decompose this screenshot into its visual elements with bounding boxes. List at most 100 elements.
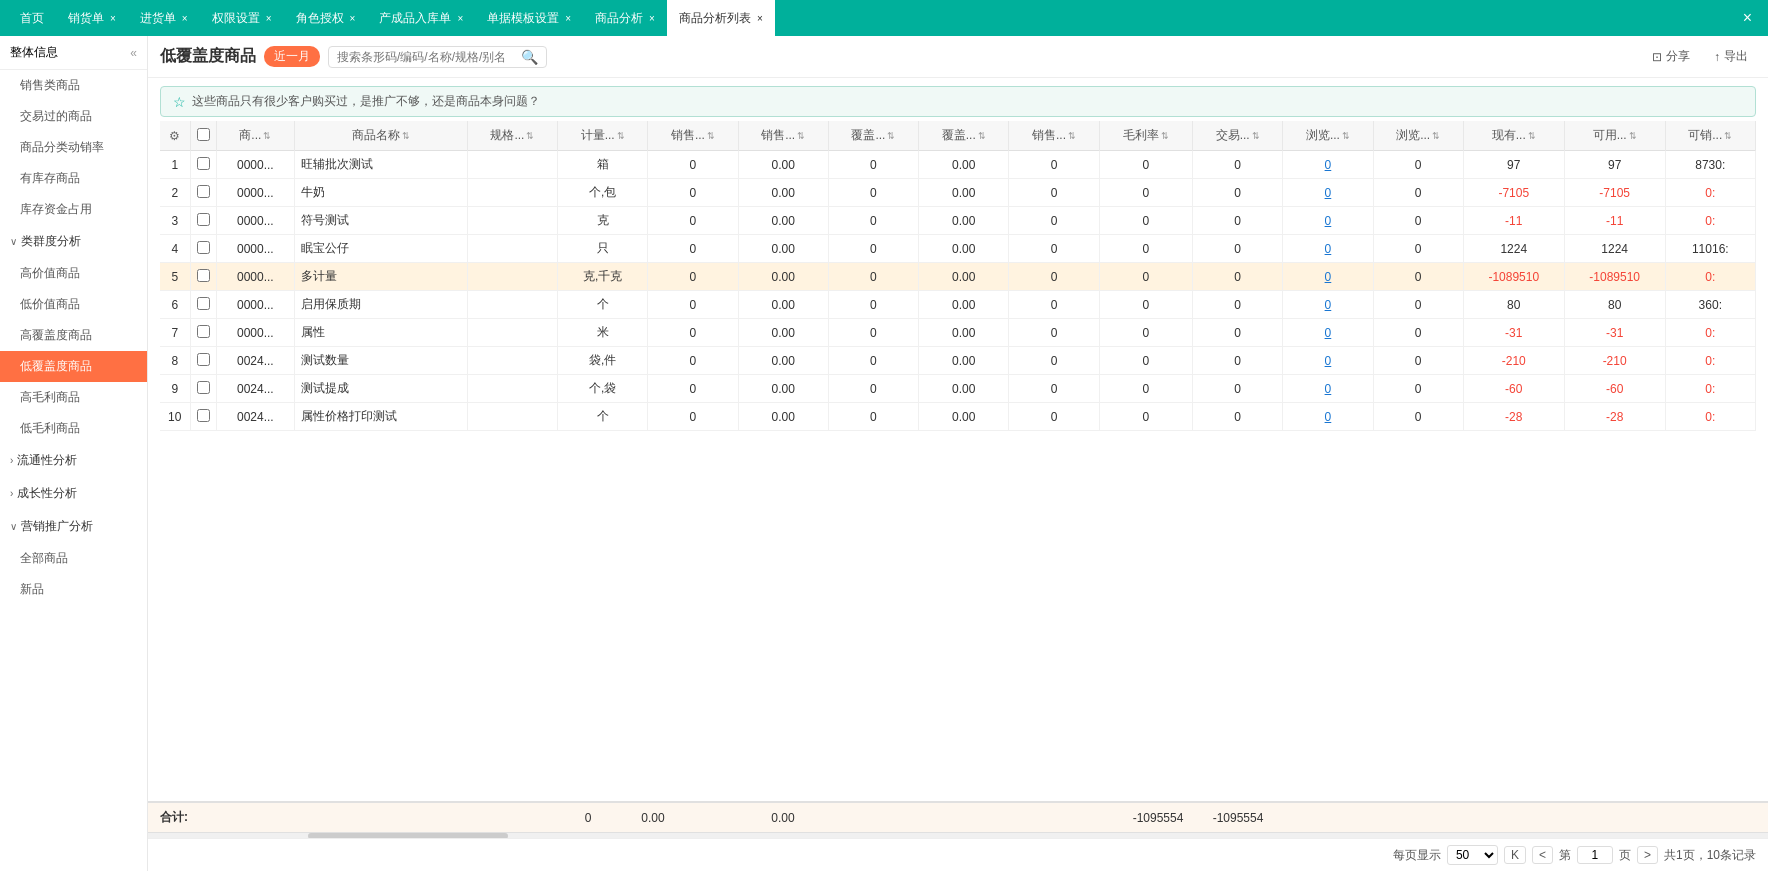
gear-icon[interactable]: ⚙: [169, 129, 180, 143]
row-checkbox[interactable]: [197, 213, 210, 226]
total-label: 合计:: [160, 809, 188, 826]
sort-avail-icon[interactable]: ⇅: [1629, 131, 1637, 141]
sidebar-item-high-coverage[interactable]: 高覆盖度商品: [0, 320, 147, 351]
sort-cov2-icon[interactable]: ⇅: [978, 131, 986, 141]
sidebar-section-growth[interactable]: › 成长性分析: [0, 477, 147, 510]
share-button[interactable]: ⊡ 分享: [1644, 44, 1698, 69]
row-checkbox[interactable]: [197, 241, 210, 254]
next-page-button[interactable]: >: [1637, 846, 1658, 864]
sort-current-icon[interactable]: ⇅: [1528, 131, 1536, 141]
cell-view1[interactable]: 0: [1283, 235, 1373, 263]
sidebar-item-low-coverage[interactable]: 低覆盖度商品: [0, 351, 147, 382]
sort-unit-icon[interactable]: ⇅: [617, 131, 625, 141]
cell-view2: 0: [1373, 403, 1463, 431]
row-checkbox[interactable]: [197, 157, 210, 170]
nav-goods-analysis[interactable]: 商品分析 ×: [583, 0, 667, 36]
nav-purchase[interactable]: 进货单 ×: [128, 0, 200, 36]
sidebar-collapse-button[interactable]: «: [130, 46, 137, 60]
cell-code: 0000...: [216, 151, 295, 179]
cell-gross-margin: 0: [1099, 375, 1192, 403]
cell-view1[interactable]: 0: [1283, 347, 1373, 375]
search-input[interactable]: [337, 50, 517, 64]
nav-product-warehouse[interactable]: 产成品入库单 ×: [367, 0, 475, 36]
first-page-button[interactable]: K: [1504, 846, 1526, 864]
sidebar-item-high-margin[interactable]: 高毛利商品: [0, 382, 147, 413]
close-warehouse-icon[interactable]: ×: [457, 13, 463, 24]
row-checkbox[interactable]: [197, 185, 210, 198]
total-cells: 0 0.00 0.00 -1095554 -1095554: [204, 811, 1756, 825]
sidebar-section-cluster-analysis[interactable]: ∨ 类群度分析: [0, 225, 147, 258]
sort-view2-icon[interactable]: ⇅: [1432, 131, 1440, 141]
row-checkbox[interactable]: [197, 381, 210, 394]
prev-page-button[interactable]: <: [1532, 846, 1553, 864]
sidebar-item-all-goods[interactable]: 全部商品: [0, 543, 147, 574]
sort-spec-icon[interactable]: ⇅: [526, 131, 534, 141]
close-goods-analysis-icon[interactable]: ×: [649, 13, 655, 24]
sidebar-item-sales-goods[interactable]: 销售类商品: [0, 70, 147, 101]
cell-sales-ratio: 0: [1009, 207, 1099, 235]
nav-permissions[interactable]: 权限设置 ×: [200, 0, 284, 36]
col-header-gear[interactable]: ⚙: [160, 121, 190, 151]
sidebar-item-low-value[interactable]: 低价值商品: [0, 289, 147, 320]
sort-name-icon[interactable]: ⇅: [402, 131, 410, 141]
cell-transaction: 0: [1193, 207, 1283, 235]
close-template-icon[interactable]: ×: [565, 13, 571, 24]
sort-sales-qty-icon[interactable]: ⇅: [707, 131, 715, 141]
sidebar-item-capital-occupation[interactable]: 库存资金占用: [0, 194, 147, 225]
select-all-checkbox[interactable]: [197, 128, 210, 141]
cell-view2: 0: [1373, 319, 1463, 347]
sidebar-item-category-turnover[interactable]: 商品分类动销率: [0, 132, 147, 163]
nav-home[interactable]: 首页: [8, 0, 56, 36]
cell-view1[interactable]: 0: [1283, 319, 1373, 347]
sidebar-item-high-value[interactable]: 高价值商品: [0, 258, 147, 289]
sidebar-item-traded-goods[interactable]: 交易过的商品: [0, 101, 147, 132]
row-checkbox[interactable]: [197, 353, 210, 366]
sidebar-item-low-margin[interactable]: 低毛利商品: [0, 413, 147, 444]
sort-code-icon[interactable]: ⇅: [263, 131, 271, 141]
close-purchase-icon[interactable]: ×: [182, 13, 188, 24]
sort-view1-icon[interactable]: ⇅: [1342, 131, 1350, 141]
row-checkbox[interactable]: [197, 409, 210, 422]
window-close-button[interactable]: ×: [1735, 9, 1760, 27]
cell-view1[interactable]: 0: [1283, 375, 1373, 403]
close-role-icon[interactable]: ×: [350, 13, 356, 24]
page-size-select[interactable]: 50 20 100: [1447, 845, 1498, 865]
row-checkbox[interactable]: [197, 269, 210, 282]
search-box: 🔍: [328, 46, 547, 68]
row-checkbox[interactable]: [197, 325, 210, 338]
cell-sales-ratio: 0: [1009, 179, 1099, 207]
time-filter-button[interactable]: 近一月: [264, 46, 320, 67]
cell-sales-ratio: 0: [1009, 291, 1099, 319]
sort-sales-amt-icon[interactable]: ⇅: [797, 131, 805, 141]
sidebar-item-new-goods[interactable]: 新品: [0, 574, 147, 605]
cell-saleable: 0:: [1665, 347, 1755, 375]
nav-goods-analysis-list[interactable]: 商品分析列表 ×: [667, 0, 775, 36]
cell-view1[interactable]: 0: [1283, 151, 1373, 179]
nav-role-auth[interactable]: 角色授权 ×: [284, 0, 368, 36]
sort-saleable-icon[interactable]: ⇅: [1724, 131, 1732, 141]
cell-view1[interactable]: 0: [1283, 403, 1373, 431]
cell-view1[interactable]: 0: [1283, 291, 1373, 319]
export-button[interactable]: ↑ 导出: [1706, 44, 1756, 69]
nav-sales[interactable]: 销货单 ×: [56, 0, 128, 36]
table-row: 1 0000... 旺辅批次测试 箱 0 0.00 0 0.00 0 0 0 0…: [160, 151, 1756, 179]
page-number-input[interactable]: [1577, 846, 1613, 864]
cell-current-stock: 80: [1463, 291, 1564, 319]
cell-view1[interactable]: 0: [1283, 207, 1373, 235]
cell-view1[interactable]: 0: [1283, 179, 1373, 207]
cell-view1[interactable]: 0: [1283, 263, 1373, 291]
sidebar-section-liquidity[interactable]: › 流通性分析: [0, 444, 147, 477]
sidebar-section-marketing[interactable]: ∨ 营销推广分析: [0, 510, 147, 543]
close-permissions-icon[interactable]: ×: [266, 13, 272, 24]
sort-gross-icon[interactable]: ⇅: [1161, 131, 1169, 141]
search-icon[interactable]: 🔍: [521, 49, 538, 65]
sort-trans-icon[interactable]: ⇅: [1252, 131, 1260, 141]
row-checkbox[interactable]: [197, 297, 210, 310]
cell-transaction: 0: [1193, 263, 1283, 291]
sort-cov1-icon[interactable]: ⇅: [887, 131, 895, 141]
close-goods-list-icon[interactable]: ×: [757, 13, 763, 24]
sidebar-item-in-stock[interactable]: 有库存商品: [0, 163, 147, 194]
nav-template-settings[interactable]: 单据模板设置 ×: [475, 0, 583, 36]
close-sales-icon[interactable]: ×: [110, 13, 116, 24]
sort-sales-ratio-icon[interactable]: ⇅: [1068, 131, 1076, 141]
